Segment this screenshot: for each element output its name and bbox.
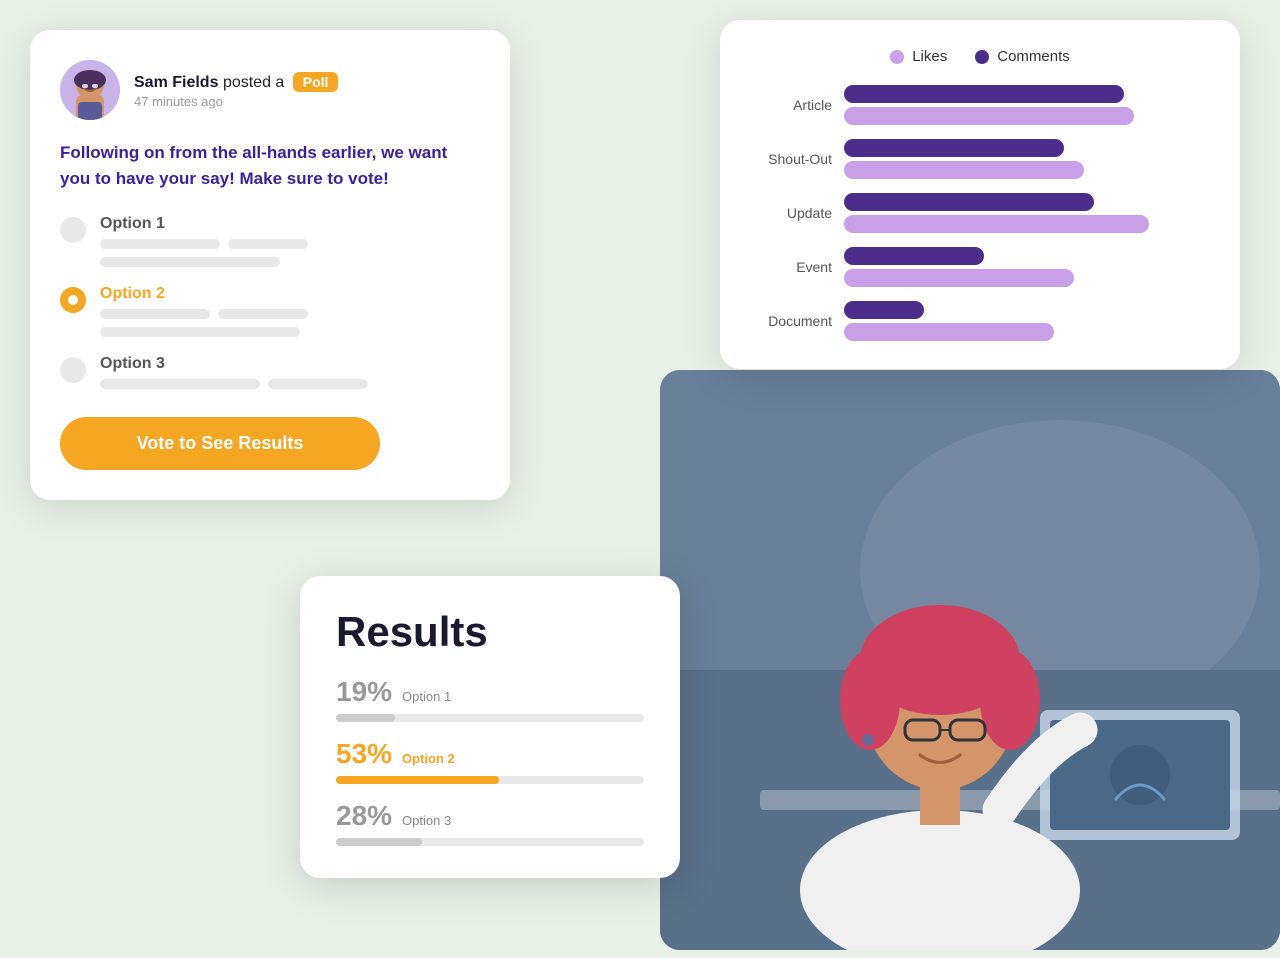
option-label-2: Option 2: [100, 285, 480, 303]
document-likes-bar: [844, 323, 1054, 341]
result-bar-fill-3: [336, 838, 422, 846]
result-name-2: Option 2: [402, 751, 455, 766]
result-name-1: Option 1: [402, 689, 451, 704]
result-row-1: 19% Option 1: [336, 676, 644, 708]
option-lines-3: [100, 379, 368, 389]
option-radio-1[interactable]: [60, 217, 86, 243]
chart-label-document: Document: [752, 313, 832, 329]
chart-row-event: Event: [752, 247, 1208, 287]
photo-image: [660, 370, 1280, 950]
poll-option-1[interactable]: Option 1: [60, 215, 480, 267]
option-line: [100, 257, 280, 267]
option-line: [268, 379, 368, 389]
result-bar-bg-2: [336, 776, 644, 784]
chart-bars-shoutout: [844, 139, 1208, 179]
option-radio-3[interactable]: [60, 357, 86, 383]
vote-button[interactable]: Vote to See Results: [60, 417, 380, 470]
result-row-2: 53% Option 2: [336, 738, 644, 770]
result-item-1: 19% Option 1: [336, 676, 644, 722]
event-likes-bar: [844, 269, 1074, 287]
chart-legend: Likes Comments: [752, 48, 1208, 65]
result-percent-1: 19%: [336, 676, 392, 708]
chart-row-document: Document: [752, 301, 1208, 341]
results-title: Results: [336, 608, 644, 656]
result-name-3: Option 3: [402, 813, 451, 828]
poll-card: Sam Fields posted a Poll 47 minutes ago …: [30, 30, 510, 500]
author-line: Sam Fields posted a Poll: [134, 72, 338, 92]
article-comments-bar: [844, 85, 1124, 103]
comments-label: Comments: [997, 48, 1070, 65]
article-likes-bar: [844, 107, 1134, 125]
chart-bars-document: [844, 301, 1208, 341]
posted-text: posted a: [223, 74, 284, 91]
results-card: Results 19% Option 1 53% Option 2: [300, 576, 680, 878]
option-lines-2: [100, 309, 480, 337]
shoutout-comments-bar: [844, 139, 1064, 157]
option-line: [100, 327, 300, 337]
poll-options: Option 1 Option 2: [60, 215, 480, 389]
result-percent-3: 28%: [336, 800, 392, 832]
author-name: Sam Fields: [134, 74, 218, 91]
chart-bars-article: [844, 85, 1208, 125]
poll-option-2[interactable]: Option 2: [60, 285, 480, 337]
results-items: 19% Option 1 53% Option 2: [336, 676, 644, 846]
option-line: [100, 379, 260, 389]
chart-row-update: Update: [752, 193, 1208, 233]
event-comments-bar: [844, 247, 984, 265]
chart-label-shoutout: Shout-Out: [752, 151, 832, 167]
option-line: [100, 239, 220, 249]
timestamp: 47 minutes ago: [134, 94, 338, 109]
chart-bars-update: [844, 193, 1208, 233]
avatar: [60, 60, 120, 120]
option-radio-2[interactable]: [60, 287, 86, 313]
legend-comments: Comments: [975, 48, 1070, 65]
option-content-3: Option 3: [100, 355, 368, 389]
result-row-3: 28% Option 3: [336, 800, 644, 832]
chart-row-article: Article: [752, 85, 1208, 125]
option-line: [228, 239, 308, 249]
option-label-1: Option 1: [100, 215, 480, 233]
likes-dot: [890, 50, 904, 64]
result-bar-fill-2: [336, 776, 499, 784]
scene: Sam Fields posted a Poll 47 minutes ago …: [0, 0, 1280, 958]
result-bar-fill-1: [336, 714, 395, 722]
comments-dot: [975, 50, 989, 64]
chart-label-event: Event: [752, 259, 832, 275]
option-content-2: Option 2: [100, 285, 480, 337]
result-item-2: 53% Option 2: [336, 738, 644, 784]
photo-card: [660, 370, 1280, 950]
result-percent-2: 53%: [336, 738, 392, 770]
chart-bars-event: [844, 247, 1208, 287]
poll-meta: Sam Fields posted a Poll 47 minutes ago: [134, 72, 338, 109]
chart-label-article: Article: [752, 97, 832, 113]
poll-badge: Poll: [293, 72, 339, 92]
chart-row-shoutout: Shout-Out: [752, 139, 1208, 179]
poll-header: Sam Fields posted a Poll 47 minutes ago: [60, 60, 480, 120]
legend-likes: Likes: [890, 48, 947, 65]
option-lines-1: [100, 239, 480, 267]
result-bar-bg-3: [336, 838, 644, 846]
update-comments-bar: [844, 193, 1094, 211]
option-label-3: Option 3: [100, 355, 368, 373]
update-likes-bar: [844, 215, 1149, 233]
document-comments-bar: [844, 301, 924, 319]
result-item-3: 28% Option 3: [336, 800, 644, 846]
result-bar-bg-1: [336, 714, 644, 722]
chart-rows: Article Shout-Out Update: [752, 85, 1208, 341]
option-line: [100, 309, 210, 319]
likes-label: Likes: [912, 48, 947, 65]
chart-card: Likes Comments Article Shout-Out: [720, 20, 1240, 369]
shoutout-likes-bar: [844, 161, 1084, 179]
chart-label-update: Update: [752, 205, 832, 221]
option-line: [218, 309, 308, 319]
poll-option-3[interactable]: Option 3: [60, 355, 480, 389]
option-content-1: Option 1: [100, 215, 480, 267]
poll-question: Following on from the all-hands earlier,…: [60, 140, 480, 191]
